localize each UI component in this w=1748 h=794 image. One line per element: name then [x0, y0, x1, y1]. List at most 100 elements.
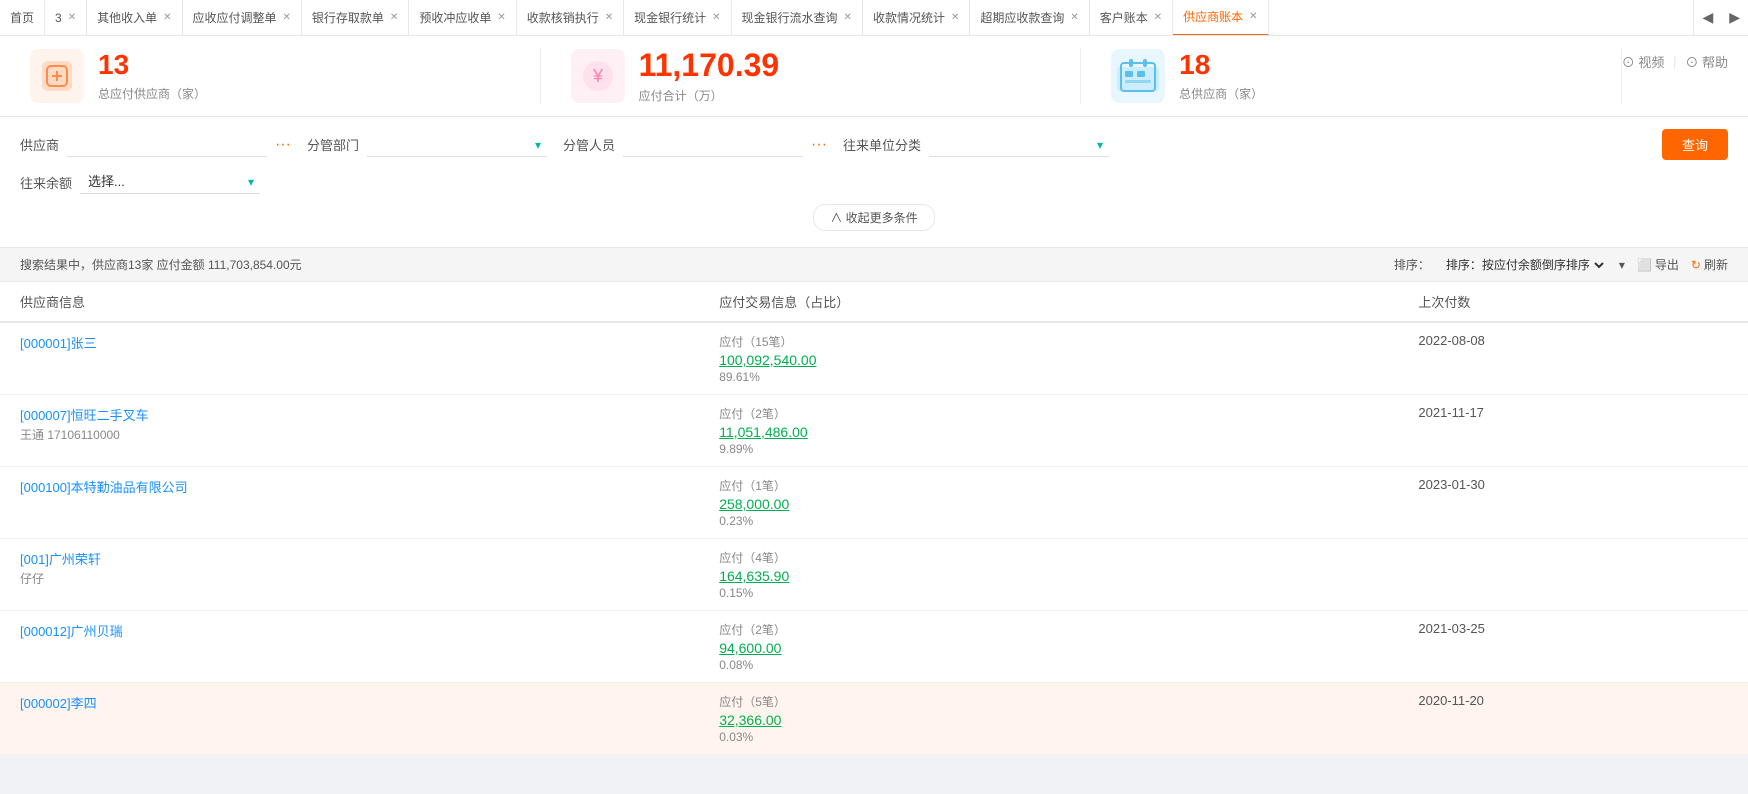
supplier-link[interactable]: [000007]恒旺二手叉车 — [20, 408, 149, 423]
supplier-info-cell: [000007]恒旺二手叉车王通 17106110000 — [0, 395, 699, 467]
dept-select-wrap — [367, 133, 547, 157]
supplier-link[interactable]: [001]广州荣轩 — [20, 552, 101, 567]
supplier-link[interactable]: [000100]本特勤油品有限公司 — [20, 480, 188, 495]
nav-tab-home-label: 首页 — [10, 9, 34, 26]
last-payment-date: 2023-01-30 — [1418, 477, 1485, 492]
close-icon[interactable]: ✕ — [712, 12, 720, 23]
category-filter-select[interactable] — [929, 133, 1109, 157]
nav-tab-other-income[interactable]: 其他收入单 ✕ — [87, 0, 182, 36]
help-separator: ｜ — [1668, 52, 1681, 71]
nav-tab-3[interactable]: 3 ✕ — [45, 0, 87, 36]
last-payment-date: 2020-11-20 — [1418, 693, 1484, 708]
close-icon[interactable]: ✕ — [844, 12, 852, 23]
balance-filter-label: 往来余额 — [20, 173, 72, 192]
nav-tab-receipt-stat[interactable]: 收款情况统计 ✕ — [863, 0, 970, 36]
nav-tab-cash-bank-stat[interactable]: 现金银行统计 ✕ — [624, 0, 731, 36]
close-icon[interactable]: ✕ — [605, 12, 613, 23]
export-icon: ⬜ — [1637, 258, 1652, 272]
tx-amount[interactable]: 164,635.90 — [719, 568, 1378, 584]
card-text-total-suppliers: 18 总供应商（家） — [1179, 50, 1263, 102]
collapse-button[interactable]: ∧ 收起更多条件 — [813, 204, 934, 231]
sort-select[interactable]: 排序：按应付余额倒序排序 — [1442, 257, 1607, 273]
supplier-table: 供应商信息 应付交易信息（占比） 上次付数 [000001]张三应付（15笔） … — [0, 282, 1748, 755]
close-icon[interactable]: ✕ — [283, 12, 291, 23]
nav-tab-supplier-book[interactable]: 供应商账本 ✕ — [1173, 0, 1268, 36]
video-link[interactable]: ⊙ 视频 — [1622, 52, 1665, 71]
nav-tab-cash-flow[interactable]: 现金银行流水查询 ✕ — [732, 0, 863, 36]
close-icon[interactable]: ✕ — [163, 12, 171, 23]
close-icon[interactable]: ✕ — [390, 12, 398, 23]
nav-prev-button[interactable]: ◀ — [1694, 0, 1721, 36]
export-button[interactable]: ⬜ 导出 — [1637, 256, 1679, 273]
filter-row-2: 往来余额 选择... — [20, 170, 1728, 194]
nav-tab-prepay-ar[interactable]: 预收冲应收单 ✕ — [409, 0, 516, 36]
tx-pct: 0.08% — [719, 658, 1378, 672]
tx-amount[interactable]: 11,051,486.00 — [719, 424, 1378, 440]
tx-info-cell: 应付（4笔） 164,635.90 0.15% — [699, 539, 1398, 611]
supplier-link[interactable]: [000012]广州贝瑞 — [20, 624, 123, 639]
table-row: [001]广州荣轩仔仔应付（4笔） 164,635.90 0.15% — [0, 539, 1748, 611]
nav-tab-bank-deposit-label: 银行存取款单 — [312, 9, 384, 26]
search-button[interactable]: 查询 — [1662, 129, 1728, 160]
nav-tab-customer-book[interactable]: 客户账本 ✕ — [1090, 0, 1173, 36]
close-icon[interactable]: ✕ — [68, 12, 76, 23]
nav-tab-ar-ap-adjust-label: 应收应付调整单 — [193, 9, 277, 26]
close-icon[interactable]: ✕ — [1154, 12, 1162, 23]
tx-pct: 9.89% — [719, 442, 1378, 456]
tx-label: 应付（2笔） — [719, 405, 1378, 422]
supplier-link[interactable]: [000002]李四 — [20, 696, 97, 711]
nav-tab-overdue-ar[interactable]: 超期应收款查询 ✕ — [970, 0, 1089, 36]
nav-tab-bank-deposit[interactable]: 银行存取款单 ✕ — [302, 0, 409, 36]
table-wrap: 供应商信息 应付交易信息（占比） 上次付数 [000001]张三应付（15笔） … — [0, 282, 1748, 755]
nav-tab-ar-ap-adjust[interactable]: 应收应付调整单 ✕ — [183, 0, 302, 36]
tx-info-cell: 应付（5笔） 32,366.00 0.03% — [699, 683, 1398, 755]
payable-suppliers-number: 13 — [98, 50, 206, 81]
person-filter-input[interactable] — [623, 133, 803, 157]
supplier-filter-input[interactable] — [67, 133, 267, 157]
close-icon[interactable]: ✕ — [497, 12, 505, 23]
nav-tab-home[interactable]: 首页 — [0, 0, 45, 36]
nav-tab-cash-bank-stat-label: 现金银行统计 — [634, 9, 706, 26]
nav-arrows: ◀ ▶ — [1693, 0, 1748, 36]
close-icon[interactable]: ✕ — [1249, 11, 1257, 22]
tx-label: 应付（4笔） — [719, 549, 1378, 566]
person-dots-button[interactable]: ··· — [811, 136, 827, 154]
table-row: [000001]张三应付（15笔） 100,092,540.00 89.61%2… — [0, 322, 1748, 395]
tx-pct: 0.03% — [719, 730, 1378, 744]
supplier-dots-button[interactable]: ··· — [275, 136, 291, 154]
supplier-link[interactable]: [000001]张三 — [20, 336, 97, 351]
payable-total-icon: ¥ — [571, 49, 625, 103]
summary-card-suppliers-payable: 13 总应付供应商（家） — [20, 48, 541, 104]
filter-item-balance: 往来余额 选择... — [20, 170, 260, 194]
nav-next-button[interactable]: ▶ — [1721, 0, 1748, 36]
close-icon[interactable]: ✕ — [951, 12, 959, 23]
supplier-info-cell: [001]广州荣轩仔仔 — [0, 539, 699, 611]
nav-tab-receipt-verify[interactable]: 收款核销执行 ✕ — [517, 0, 624, 36]
tx-amount[interactable]: 94,600.00 — [719, 640, 1378, 656]
tx-amount[interactable]: 258,000.00 — [719, 496, 1378, 512]
tx-label: 应付（2笔） — [719, 621, 1378, 638]
results-bar: 搜索结果中，供应商13家 应付金额 111,703,854.00元 排序： 排序… — [0, 248, 1748, 282]
balance-filter-select[interactable]: 选择... — [80, 170, 260, 194]
nav-tab-receipt-stat-label: 收款情况统计 — [873, 9, 945, 26]
filter-item-person: 分管人员 ··· — [563, 133, 827, 157]
help-link[interactable]: ⊙ 帮助 — [1685, 52, 1728, 71]
tx-amount[interactable]: 100,092,540.00 — [719, 352, 1378, 368]
close-icon[interactable]: ✕ — [1070, 12, 1078, 23]
supplier-sub-info: 仔仔 — [20, 570, 679, 587]
tx-label: 应付（1笔） — [719, 477, 1378, 494]
filter-item-dept: 分管部门 — [307, 133, 547, 157]
refresh-button[interactable]: ↻ 刷新 — [1691, 256, 1728, 273]
filter-item-supplier: 供应商 ··· — [20, 133, 291, 157]
last-payment-cell: 2020-11-20 — [1398, 683, 1748, 755]
last-payment-cell: 2021-03-25 — [1398, 611, 1748, 683]
total-suppliers-label: 总供应商（家） — [1179, 85, 1263, 102]
last-payment-date: 2022-08-08 — [1418, 333, 1485, 348]
tx-pct: 0.15% — [719, 586, 1378, 600]
payable-suppliers-icon — [30, 49, 84, 103]
dept-filter-select[interactable] — [367, 133, 547, 157]
tx-amount[interactable]: 32,366.00 — [719, 712, 1378, 728]
payable-suppliers-label: 总应付供应商（家） — [98, 85, 206, 102]
tx-label: 应付（5笔） — [719, 693, 1378, 710]
nav-tab-other-income-label: 其他收入单 — [97, 9, 157, 26]
